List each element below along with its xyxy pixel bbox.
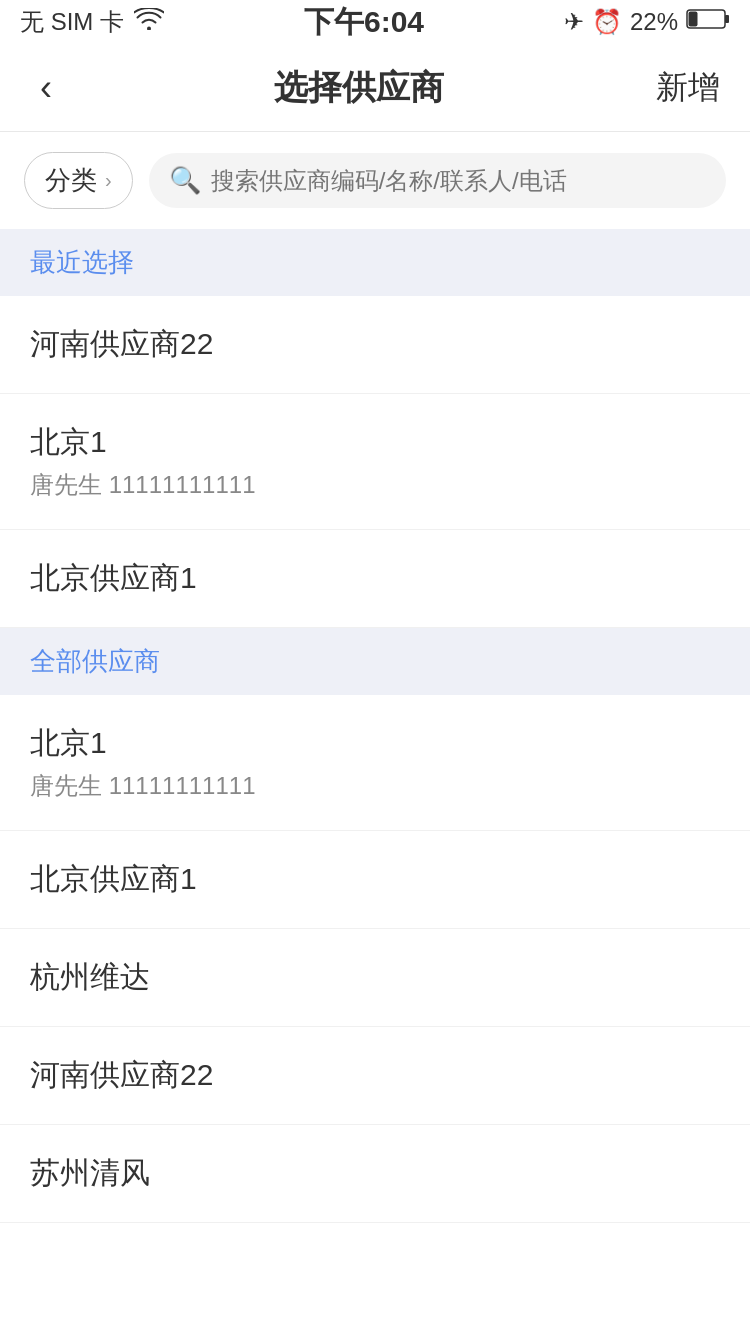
recent-list-item[interactable]: 河南供应商22 <box>0 296 750 394</box>
status-right: ✈ ⏰ 22% <box>564 8 730 36</box>
recent-list: 河南供应商22 北京1 唐先生 11111111111 北京供应商1 <box>0 296 750 628</box>
item-name: 北京供应商1 <box>30 558 720 599</box>
all-list-item[interactable]: 苏州清风 <box>0 1125 750 1223</box>
all-section-label: 全部供应商 <box>30 646 160 676</box>
recent-section-header: 最近选择 <box>0 229 750 296</box>
search-icon: 🔍 <box>169 165 201 196</box>
all-list-item[interactable]: 北京供应商1 <box>0 831 750 929</box>
search-input[interactable] <box>211 167 706 195</box>
item-name: 北京供应商1 <box>30 859 720 900</box>
svg-rect-2 <box>688 12 697 27</box>
item-sub: 唐先生 11111111111 <box>30 469 720 501</box>
recent-list-item[interactable]: 北京1 唐先生 11111111111 <box>0 394 750 530</box>
category-button[interactable]: 分类 › <box>24 152 133 209</box>
status-time: 下午6:04 <box>304 2 424 43</box>
battery-percent: 22% <box>630 8 678 36</box>
recent-section-label: 最近选择 <box>30 247 134 277</box>
page-title: 选择供应商 <box>274 65 444 111</box>
category-label: 分类 <box>45 163 97 198</box>
item-name: 河南供应商22 <box>30 1055 720 1096</box>
battery-icon <box>686 8 730 36</box>
svg-rect-1 <box>725 15 729 23</box>
all-list: 北京1 唐先生 11111111111 北京供应商1 杭州维达河南供应商22 苏州清风 <box>0 695 750 1223</box>
filter-bar: 分类 › 🔍 <box>0 132 750 229</box>
all-list-item[interactable]: 北京1 唐先生 11111111111 <box>0 695 750 831</box>
item-name: 北京1 <box>30 422 720 463</box>
sim-status: 无 SIM 卡 <box>20 6 124 38</box>
add-button[interactable]: 新增 <box>656 66 720 110</box>
item-name: 杭州维达 <box>30 957 720 998</box>
chevron-right-icon: › <box>105 169 112 192</box>
all-list-item[interactable]: 杭州维达 <box>0 929 750 1027</box>
status-bar: 无 SIM 卡 下午6:04 ✈ ⏰ 22% <box>0 0 750 44</box>
item-name: 河南供应商22 <box>30 324 720 365</box>
wifi-icon <box>134 8 164 36</box>
item-name: 苏州清风 <box>30 1153 720 1194</box>
all-section-header: 全部供应商 <box>0 628 750 695</box>
status-left: 无 SIM 卡 <box>20 6 164 38</box>
alarm-icon: ⏰ <box>592 8 622 36</box>
item-name: 北京1 <box>30 723 720 764</box>
all-list-item[interactable]: 河南供应商22 <box>0 1027 750 1125</box>
nav-bar: ‹ 选择供应商 新增 <box>0 44 750 132</box>
recent-list-item[interactable]: 北京供应商1 <box>0 530 750 628</box>
back-button[interactable]: ‹ <box>30 57 62 119</box>
search-box: 🔍 <box>149 153 726 208</box>
item-sub: 唐先生 11111111111 <box>30 770 720 802</box>
location-icon: ✈ <box>564 8 584 36</box>
